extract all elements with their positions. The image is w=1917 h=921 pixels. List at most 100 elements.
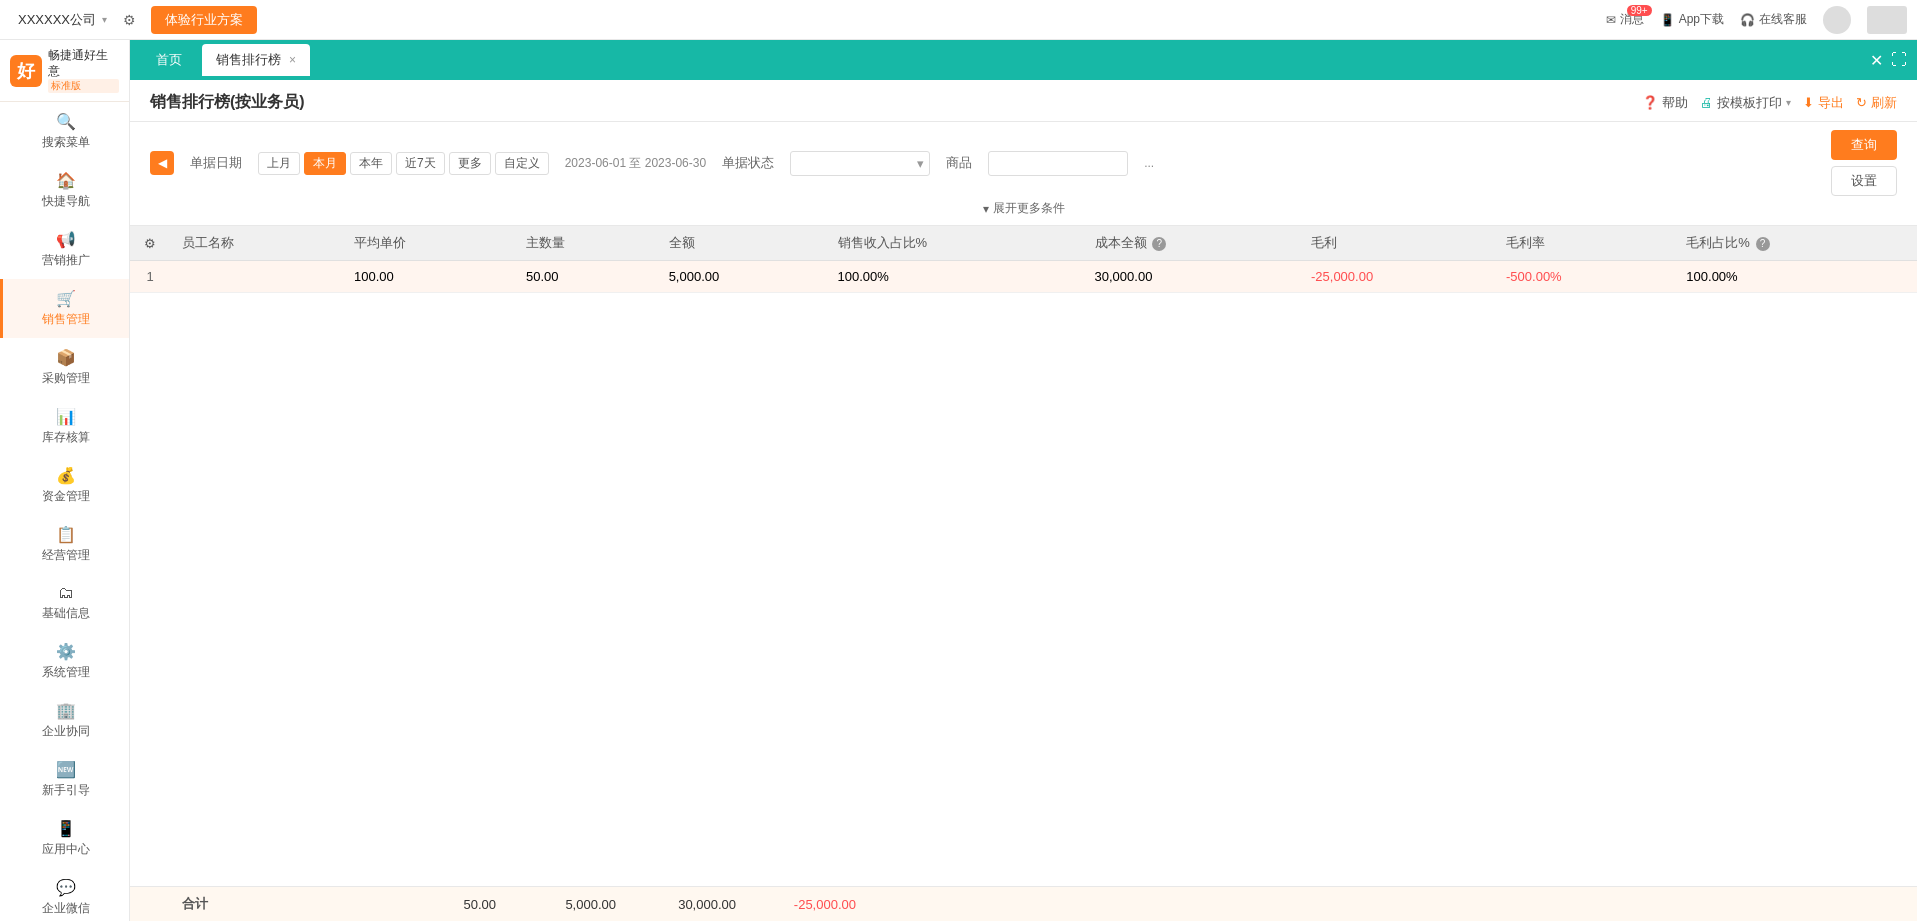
date-btn-7days[interactable]: 近7天 bbox=[396, 152, 445, 175]
sidebar-item-finance[interactable]: 💰 资金管理 bbox=[0, 456, 129, 515]
app-download-btn[interactable]: 📱 App下载 bbox=[1660, 11, 1724, 28]
date-label: 单据日期 bbox=[190, 154, 242, 172]
cell-qty: 50.00 bbox=[514, 261, 657, 293]
table-container: ⚙ 员工名称 平均单价 主数量 全额 销售收入占比% 成本全额 ? 毛利 毛利率… bbox=[130, 226, 1917, 886]
chevron-down-icon: ▾ bbox=[983, 202, 989, 216]
message-btn[interactable]: ✉ 消息 99+ bbox=[1606, 11, 1644, 28]
sidebar-label-purchase: 采购管理 bbox=[42, 370, 90, 387]
maximize-icon[interactable]: ⛶ bbox=[1891, 51, 1907, 69]
sidebar-item-inventory[interactable]: 📊 库存核算 bbox=[0, 397, 129, 456]
close-window-icon[interactable]: ✕ bbox=[1870, 51, 1883, 70]
sidebar-item-guide[interactable]: 🆕 新手引导 bbox=[0, 750, 129, 809]
sidebar-item-system[interactable]: ⚙️ 系统管理 bbox=[0, 632, 129, 691]
sidebar-label-basic: 基础信息 bbox=[42, 605, 90, 622]
sidebar-icon-purchase: 📦 bbox=[56, 348, 76, 367]
page-content: 销售排行榜(按业务员) ❓ 帮助 🖨 按模板打印 ▾ ⬇ 导出 bbox=[130, 80, 1917, 921]
tab-bar-right: ✕ ⛶ bbox=[1870, 51, 1907, 70]
sidebar-label-system: 系统管理 bbox=[42, 664, 90, 681]
col-settings[interactable]: ⚙ bbox=[130, 226, 170, 261]
company-selector[interactable]: XXXXXX公司 ▾ bbox=[10, 11, 115, 29]
sidebar-label-apps: 应用中心 bbox=[42, 841, 90, 858]
print-chevron-icon: ▾ bbox=[1786, 97, 1791, 108]
status-select-wrap bbox=[790, 151, 930, 176]
sidebar-icon-finance: 💰 bbox=[56, 466, 76, 485]
col-gross: 毛利 bbox=[1299, 226, 1494, 261]
date-btn-custom[interactable]: 自定义 bbox=[495, 152, 549, 175]
date-btn-more[interactable]: 更多 bbox=[449, 152, 491, 175]
sidebar-label-operation: 经营管理 bbox=[42, 547, 90, 564]
sidebar-icon-operation: 📋 bbox=[56, 525, 76, 544]
more-goods-link[interactable]: ... bbox=[1144, 156, 1154, 170]
sidebar-label-marketing: 营销推广 bbox=[42, 252, 90, 269]
filter-toggle-button[interactable]: ◀ bbox=[150, 151, 174, 175]
sidebar-item-corp[interactable]: 🏢 企业协同 bbox=[0, 691, 129, 750]
cell-name bbox=[170, 261, 342, 293]
gross-pct-info-icon[interactable]: ? bbox=[1756, 237, 1770, 251]
status-select[interactable] bbox=[790, 151, 930, 176]
sidebar-icon-sales: 🛒 bbox=[56, 289, 76, 308]
sidebar-icon-wechat: 💬 bbox=[56, 878, 76, 897]
sidebar-icon-search: 🔍 bbox=[56, 112, 76, 131]
table-header-row: ⚙ 员工名称 平均单价 主数量 全额 销售收入占比% 成本全额 ? 毛利 毛利率… bbox=[130, 226, 1917, 261]
data-table: ⚙ 员工名称 平均单价 主数量 全额 销售收入占比% 成本全额 ? 毛利 毛利率… bbox=[130, 226, 1917, 293]
settings-icon[interactable]: ⚙ bbox=[115, 6, 143, 34]
goods-label: 商品 bbox=[946, 154, 972, 172]
col-name: 员工名称 bbox=[170, 226, 342, 261]
tab-sales-ranking[interactable]: 销售排行榜 × bbox=[202, 44, 310, 76]
sidebar-items: 🔍 搜索菜单 🏠 快捷导航 📢 营销推广 🛒 销售管理 📦 采购管理 📊 库存核… bbox=[0, 102, 129, 921]
sidebar-item-shortcut[interactable]: 🏠 快捷导航 bbox=[0, 161, 129, 220]
cell-sales-pct: 100.00% bbox=[826, 261, 1083, 293]
logo-title: 畅捷通好生意 bbox=[48, 48, 119, 79]
date-btn-prev-month[interactable]: 上月 bbox=[258, 152, 300, 175]
sidebar-icon-guide: 🆕 bbox=[56, 760, 76, 779]
footer-cost: 30,000.00 bbox=[628, 897, 748, 912]
headset-icon: 🎧 bbox=[1740, 13, 1755, 27]
help-button[interactable]: ❓ 帮助 bbox=[1642, 94, 1688, 112]
query-button[interactable]: 查询 bbox=[1831, 130, 1897, 160]
print-button[interactable]: 🖨 按模板打印 ▾ bbox=[1700, 94, 1791, 112]
logo-subtitle: 标准版 bbox=[48, 79, 119, 93]
date-btn-current-year[interactable]: 本年 bbox=[350, 152, 392, 175]
trial-button[interactable]: 体验行业方案 bbox=[151, 6, 257, 34]
col-gross-pct: 毛利占比% ? bbox=[1674, 226, 1917, 261]
footer-qty: 50.00 bbox=[408, 897, 508, 912]
sidebar-item-apps[interactable]: 📱 应用中心 bbox=[0, 809, 129, 868]
top-right-actions: ✉ 消息 99+ 📱 App下载 🎧 在线客服 bbox=[1606, 6, 1907, 34]
settings-button[interactable]: 设置 bbox=[1831, 166, 1897, 196]
logo-text-block: 畅捷通好生意 标准版 bbox=[48, 48, 119, 93]
sidebar-label-wechat: 企业微信 bbox=[42, 900, 90, 917]
message-badge: 99+ bbox=[1627, 5, 1652, 16]
content-area: 首页 销售排行榜 × ✕ ⛶ 销售排行榜(按业务员) ❓ 帮助 bbox=[130, 40, 1917, 921]
sidebar-item-marketing[interactable]: 📢 营销推广 bbox=[0, 220, 129, 279]
refresh-button[interactable]: ↻ 刷新 bbox=[1856, 94, 1897, 112]
cell-gross: -25,000.00 bbox=[1299, 261, 1494, 293]
online-service-btn[interactable]: 🎧 在线客服 bbox=[1740, 11, 1807, 28]
sidebar-item-operation[interactable]: 📋 经营管理 bbox=[0, 515, 129, 574]
export-button[interactable]: ⬇ 导出 bbox=[1803, 94, 1844, 112]
sidebar-item-purchase[interactable]: 📦 采购管理 bbox=[0, 338, 129, 397]
goods-input[interactable] bbox=[988, 151, 1128, 176]
cost-info-icon[interactable]: ? bbox=[1152, 237, 1166, 251]
sidebar-item-wechat[interactable]: 💬 企业微信 bbox=[0, 868, 129, 921]
sidebar-item-sales[interactable]: 🛒 销售管理 bbox=[0, 279, 129, 338]
top-header: XXXXXX公司 ▾ ⚙ 体验行业方案 ✉ 消息 99+ 📱 App下载 🎧 在… bbox=[0, 0, 1917, 40]
table-footer: 合计 50.00 5,000.00 30,000.00 -25,000.00 bbox=[130, 886, 1917, 921]
chevron-down-icon: ▾ bbox=[102, 14, 107, 25]
sidebar-item-search[interactable]: 🔍 搜索菜单 bbox=[0, 102, 129, 161]
tab-close-icon[interactable]: × bbox=[289, 53, 296, 67]
col-sales-pct: 销售收入占比% bbox=[826, 226, 1083, 261]
export-icon: ⬇ bbox=[1803, 95, 1814, 110]
cell-rank: 1 bbox=[130, 261, 170, 293]
footer-gross: -25,000.00 bbox=[748, 897, 868, 912]
tab-home[interactable]: 首页 bbox=[140, 40, 198, 80]
page-title: 销售排行榜(按业务员) bbox=[150, 92, 305, 113]
sidebar-label-corp: 企业协同 bbox=[42, 723, 90, 740]
tab-bar: 首页 销售排行榜 × ✕ ⛶ bbox=[130, 40, 1917, 80]
expand-more-btn[interactable]: ▾ 展开更多条件 bbox=[983, 200, 1065, 217]
expand-row: ▾ 展开更多条件 bbox=[150, 196, 1897, 217]
sidebar-item-basic[interactable]: 🗂 基础信息 bbox=[0, 574, 129, 632]
date-btn-current-month[interactable]: 本月 bbox=[304, 152, 346, 175]
avatar[interactable] bbox=[1823, 6, 1851, 34]
sidebar-icon-system: ⚙️ bbox=[56, 642, 76, 661]
sidebar-label-sales: 销售管理 bbox=[42, 311, 90, 328]
